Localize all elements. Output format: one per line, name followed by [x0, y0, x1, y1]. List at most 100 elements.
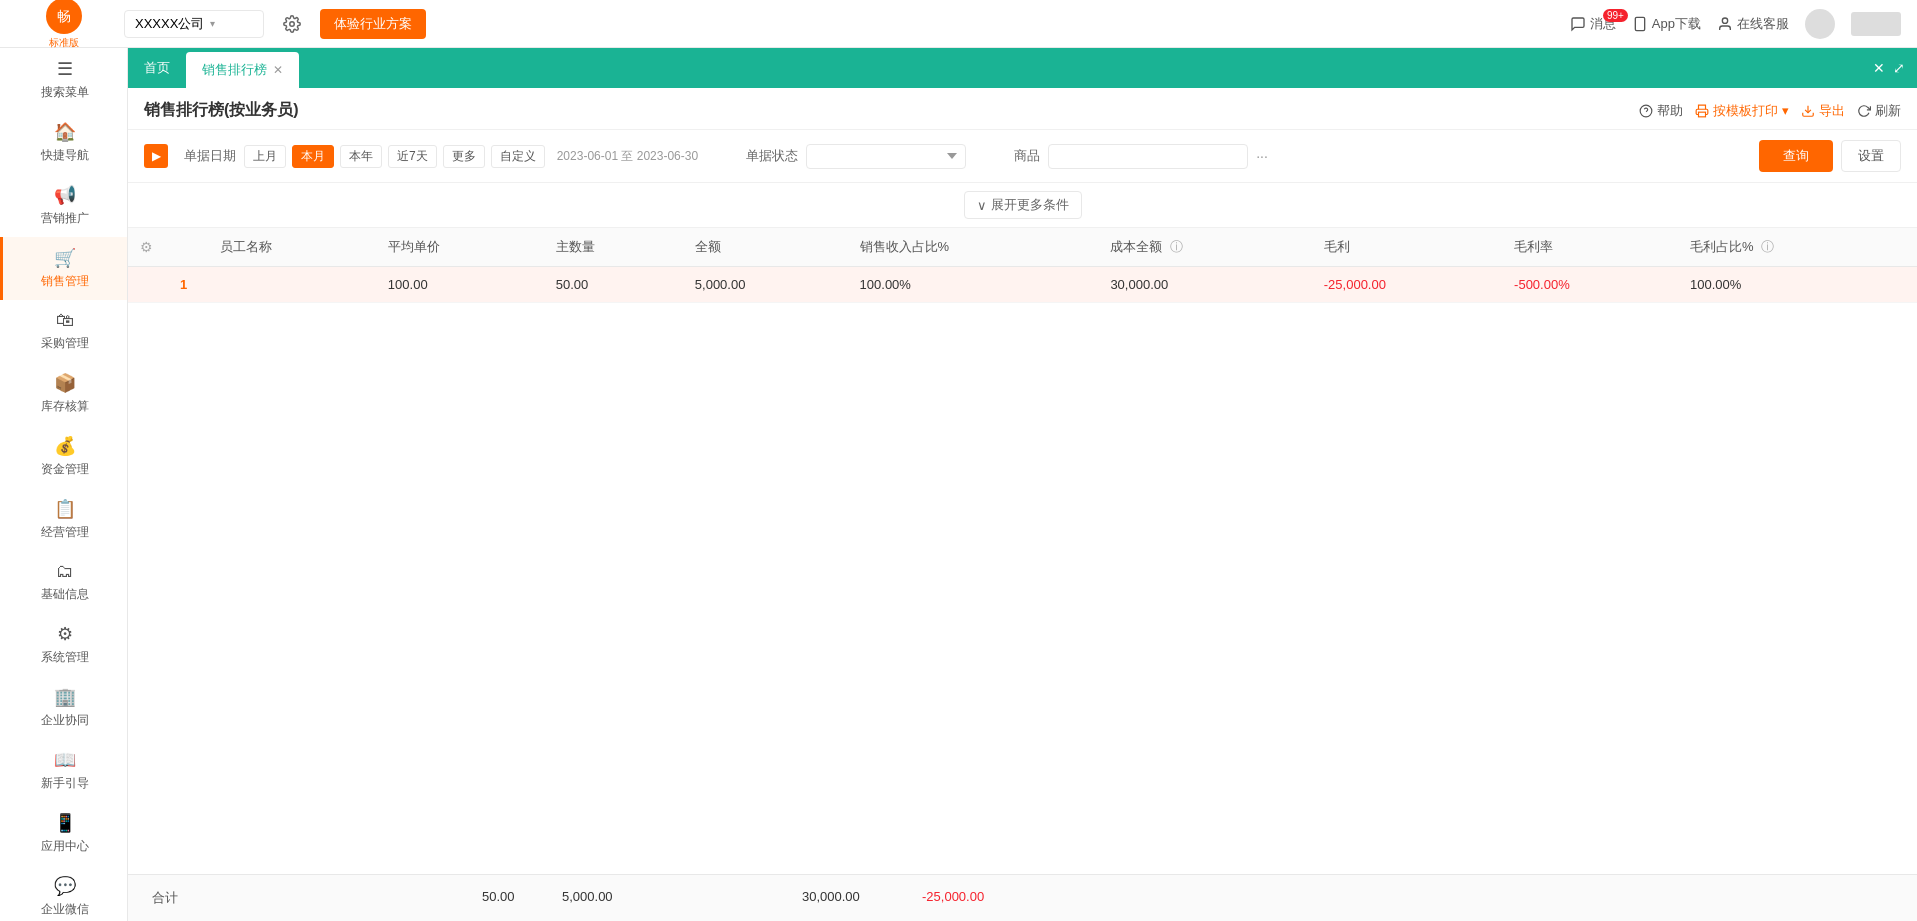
cell-name — [208, 267, 376, 303]
company-selector[interactable]: XXXXX公司 ▾ — [124, 10, 264, 38]
filter-expand-arrow[interactable]: ▶ — [144, 144, 168, 168]
tab-expand-icon[interactable]: ⤢ — [1893, 60, 1905, 76]
search-icon: ☰ — [57, 58, 73, 80]
expand-conditions-button[interactable]: ∨ 展开更多条件 — [964, 191, 1082, 219]
cell-gross-pct: 100.00% — [1678, 267, 1917, 303]
query-button[interactable]: 查询 — [1759, 140, 1833, 172]
col-gross-profit: 毛利 — [1312, 228, 1502, 267]
cell-avg-price: 100.00 — [376, 267, 544, 303]
tab-close-all-icon[interactable]: ✕ — [1873, 60, 1885, 76]
logo: 畅 标准版 — [16, 0, 112, 50]
col-settings: ⚙ — [128, 228, 168, 267]
cell-cost-amount: 30,000.00 — [1098, 267, 1311, 303]
sidebar-item-marketing[interactable]: 📢 营销推广 — [0, 174, 127, 237]
date-btn-last-month[interactable]: 上月 — [244, 145, 286, 168]
col-cost-amount: 成本全额 ⓘ — [1098, 228, 1311, 267]
sales-table: ⚙ 员工名称 平均单价 主数量 全额 销售收入占比% 成本全额 ⓘ — [128, 228, 1917, 303]
refresh-button[interactable]: 刷新 — [1857, 102, 1901, 120]
sidebar-item-purchase[interactable]: 🛍 采购管理 — [0, 300, 127, 362]
footer-gross-profit: -25,000.00 — [910, 885, 1030, 911]
cell-sales-pct: 100.00% — [848, 267, 1099, 303]
col-sales-pct: 销售收入占比% — [848, 228, 1099, 267]
more-dots[interactable]: ··· — [1256, 148, 1268, 164]
cell-qty: 50.00 — [544, 267, 683, 303]
app-center-icon: 📱 — [54, 812, 76, 834]
support-icon — [1717, 16, 1733, 32]
col-gross-pct: 毛利占比% ⓘ — [1678, 228, 1917, 267]
svg-text:畅: 畅 — [57, 8, 71, 24]
guide-icon: 📖 — [54, 749, 76, 771]
marketing-icon: 📢 — [54, 184, 76, 206]
online-support-button[interactable]: 在线客服 — [1717, 15, 1789, 33]
home-icon: 🏠 — [54, 121, 76, 143]
sidebar-item-wechat[interactable]: 💬 企业微信 — [0, 865, 127, 921]
avatar[interactable] — [1805, 9, 1835, 39]
date-btn-current-year[interactable]: 本年 — [340, 145, 382, 168]
notification-badge: 99+ — [1603, 9, 1628, 22]
table-settings-icon[interactable]: ⚙ — [140, 239, 153, 255]
cost-info-icon[interactable]: ⓘ — [1170, 239, 1183, 254]
goods-input[interactable] — [1048, 144, 1248, 169]
trial-button[interactable]: 体验行业方案 — [320, 9, 426, 39]
sidebar-item-finance[interactable]: 💰 资金管理 — [0, 425, 127, 488]
sidebar-item-quick-nav[interactable]: 🏠 快捷导航 — [0, 111, 127, 174]
filter-bar: ▶ 单据日期 上月 本月 本年 近7天 更多 自定义 2023-06-01 至 … — [128, 130, 1917, 183]
date-range-text: 2023-06-01 至 2023-06-30 — [557, 148, 698, 165]
col-rank — [168, 228, 208, 267]
date-btn-custom[interactable]: 自定义 — [491, 145, 545, 168]
table-container: ⚙ 员工名称 平均单价 主数量 全额 销售收入占比% 成本全额 ⓘ — [128, 228, 1917, 874]
date-btn-current-month[interactable]: 本月 — [292, 145, 334, 168]
download-icon — [1632, 16, 1648, 32]
notification-button[interactable]: 消息 99+ — [1570, 15, 1616, 33]
svg-rect-3 — [1635, 17, 1644, 30]
cell-gross-profit: -25,000.00 — [1312, 267, 1502, 303]
sidebar-item-guide[interactable]: 📖 新手引导 — [0, 739, 127, 802]
help-button[interactable]: 帮助 — [1639, 102, 1683, 120]
col-amount: 全额 — [683, 228, 848, 267]
sidebar-item-system[interactable]: ⚙ 系统管理 — [0, 613, 127, 676]
date-btn-last-7-days[interactable]: 近7天 — [388, 145, 437, 168]
svg-point-2 — [290, 21, 295, 26]
sidebar-item-app-center[interactable]: 📱 应用中心 — [0, 802, 127, 865]
footer-cost-amount: 30,000.00 — [790, 885, 910, 911]
sidebar-item-inventory[interactable]: 📦 库存核算 — [0, 362, 127, 425]
footer-qty: 50.00 — [470, 885, 550, 911]
purchase-icon: 🛍 — [56, 310, 74, 331]
sidebar-item-operations[interactable]: 📋 经营管理 — [0, 488, 127, 551]
print-dropdown-icon: ▾ — [1782, 103, 1789, 118]
tab-sales-ranking[interactable]: 销售排行榜 ✕ — [186, 52, 299, 88]
print-button[interactable]: 按模板打印 ▾ — [1695, 102, 1789, 120]
gross-pct-info-icon[interactable]: ⓘ — [1761, 239, 1774, 254]
sales-icon: 🛒 — [54, 247, 76, 269]
settings-button[interactable]: 设置 — [1841, 140, 1901, 172]
export-icon — [1801, 104, 1815, 118]
goods-filter-label: 商品 — [1014, 147, 1040, 165]
tab-home[interactable]: 首页 — [128, 48, 186, 88]
sidebar-item-basic-info[interactable]: 🗂 基础信息 — [0, 551, 127, 613]
operations-icon: 📋 — [54, 498, 76, 520]
chevron-down-icon: ▾ — [210, 18, 215, 29]
cell-rank: 1 — [168, 267, 208, 303]
table-footer: 合计 50.00 5,000.00 30,000.00 -25,000.00 — [128, 874, 1917, 921]
footer-label: 合计 — [140, 885, 470, 911]
svg-rect-8 — [1699, 112, 1706, 117]
page-title: 销售排行榜(按业务员) — [144, 100, 299, 121]
date-btn-more[interactable]: 更多 — [443, 145, 485, 168]
print-icon — [1695, 104, 1709, 118]
sidebar-item-sales[interactable]: 🛒 销售管理 — [0, 237, 127, 300]
company-name: XXXXX公司 — [135, 15, 204, 33]
col-qty: 主数量 — [544, 228, 683, 267]
app-download-button[interactable]: App下载 — [1632, 15, 1701, 33]
finance-icon: 💰 — [54, 435, 76, 457]
footer-spacer — [670, 885, 790, 911]
export-button[interactable]: 导出 — [1801, 102, 1845, 120]
col-avg-price: 平均单价 — [376, 228, 544, 267]
chevron-down-icon: ∨ — [977, 198, 987, 213]
sidebar-item-search[interactable]: ☰ 搜索菜单 — [0, 48, 127, 111]
top-settings-button[interactable] — [276, 8, 308, 40]
tab-close-icon[interactable]: ✕ — [273, 63, 283, 77]
status-select[interactable] — [806, 144, 966, 169]
help-icon — [1639, 104, 1653, 118]
sidebar-item-enterprise[interactable]: 🏢 企业协同 — [0, 676, 127, 739]
basic-info-icon: 🗂 — [56, 561, 74, 582]
